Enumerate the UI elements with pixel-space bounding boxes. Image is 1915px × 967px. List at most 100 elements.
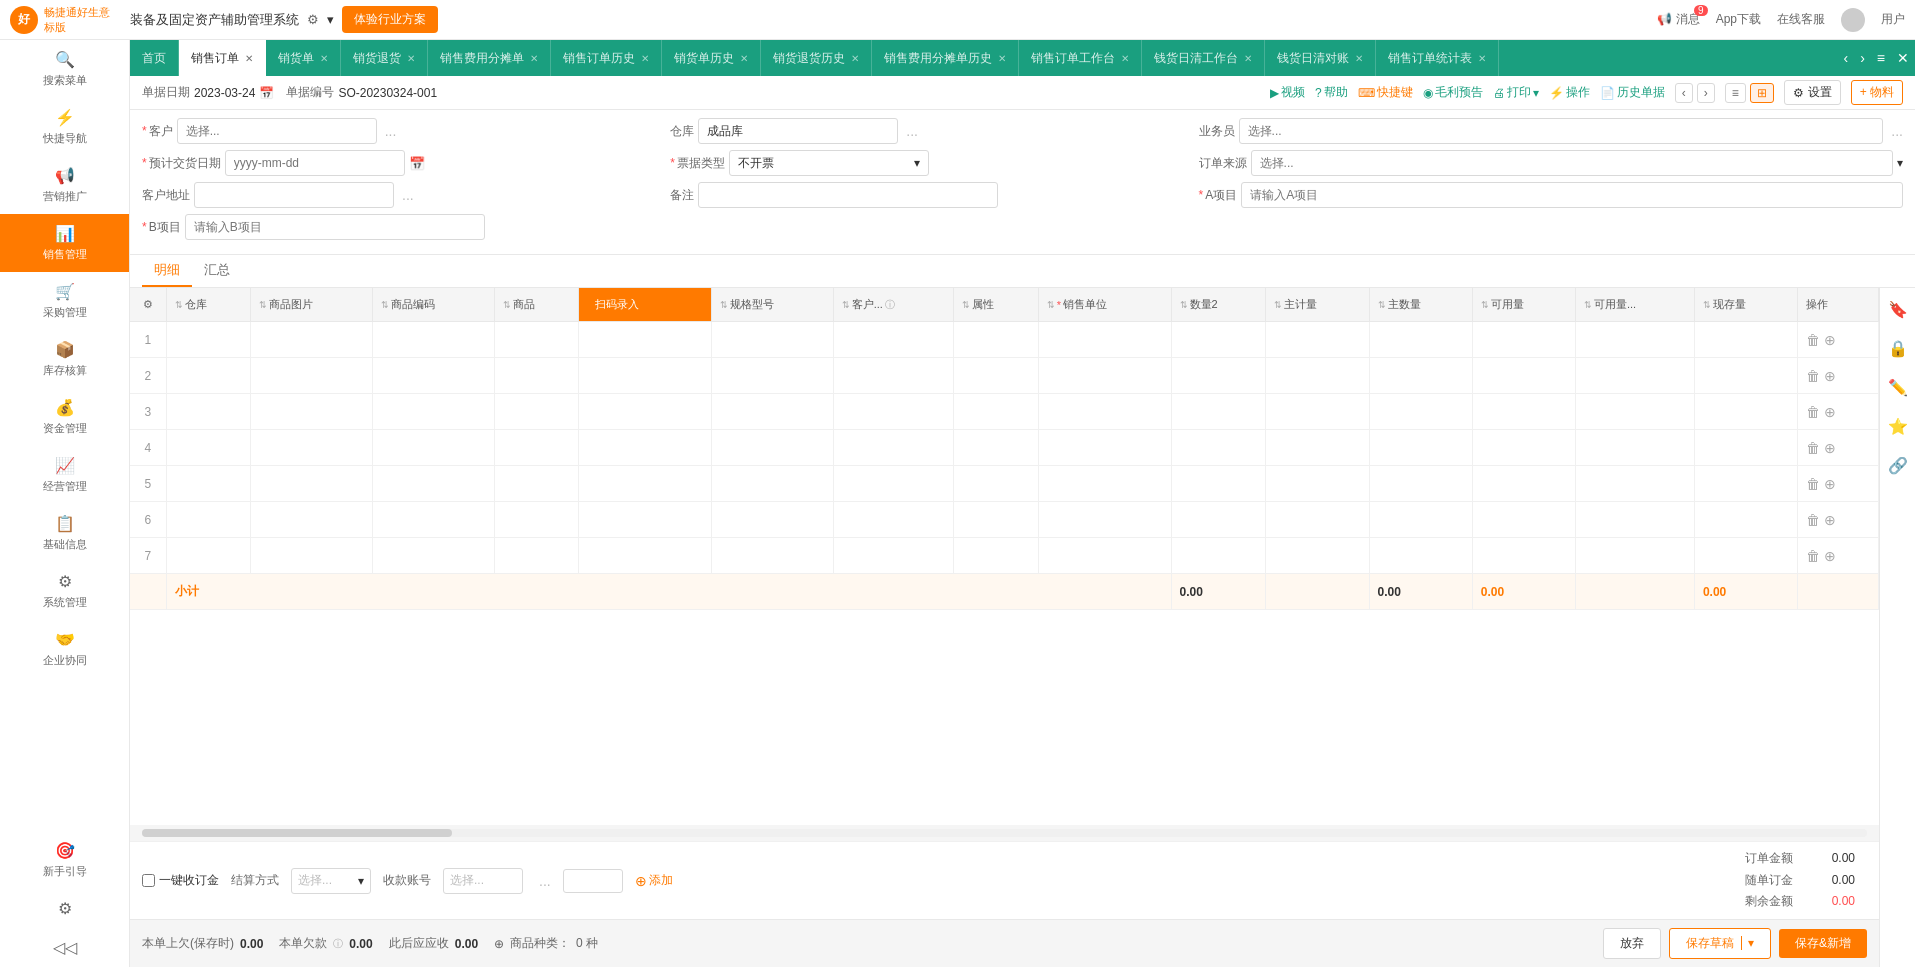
sidebar-item-quicknav[interactable]: ⚡ 快捷导航 <box>0 98 129 156</box>
tab-close-sales-invoice[interactable]: ✕ <box>320 53 328 64</box>
sidebar-item-marketing[interactable]: 📢 营销推广 <box>0 156 129 214</box>
add-material-button[interactable]: + 物料 <box>1851 80 1903 105</box>
row-6-delete-btn[interactable]: 🗑 <box>1806 512 1820 528</box>
auto-checkout-label[interactable]: 一键收订金 <box>142 872 219 889</box>
tab-close-sales-stats[interactable]: ✕ <box>1478 53 1486 64</box>
row-5-copy-btn[interactable]: ⊕ <box>1824 476 1836 492</box>
tab-close-expense-split[interactable]: ✕ <box>530 53 538 64</box>
col-product-code-header[interactable]: ⇅ 商品编码 <box>372 288 494 322</box>
tab-close-sales-order[interactable]: ✕ <box>245 53 253 64</box>
address-input[interactable] <box>194 182 394 208</box>
col-main-unit-header[interactable]: ⇅ 主计量 <box>1266 288 1369 322</box>
customer-dots[interactable]: ... <box>385 123 397 139</box>
row-1-main-qty[interactable] <box>1369 322 1472 358</box>
tab-invoice-history[interactable]: 销货单历史 ✕ <box>662 40 761 76</box>
b-project-input[interactable] <box>185 214 485 240</box>
payment-method-select[interactable]: 选择... ▾ <box>291 868 371 894</box>
col-main-qty-header[interactable]: ⇅ 主数量 <box>1369 288 1472 322</box>
row-2-copy-btn[interactable]: ⊕ <box>1824 368 1836 384</box>
col-warehouse-header[interactable]: ⇅ 仓库 <box>166 288 250 322</box>
tab-close-return-history[interactable]: ✕ <box>851 53 859 64</box>
discard-button[interactable]: 放弃 <box>1603 928 1661 959</box>
row-2-delete-btn[interactable]: 🗑 <box>1806 368 1820 384</box>
sidebar-item-guide[interactable]: 🎯 新手引导 <box>0 831 129 889</box>
notice-badge-area[interactable]: 📢 9 消息 <box>1657 11 1699 28</box>
col-product-header[interactable]: ⇅ 商品 <box>494 288 578 322</box>
a-project-input[interactable] <box>1241 182 1903 208</box>
row-1-stock[interactable] <box>1694 322 1797 358</box>
row-1-qty2[interactable] <box>1171 322 1266 358</box>
sidebar-item-basic-info[interactable]: 📋 基础信息 <box>0 504 129 562</box>
row-1-avail[interactable] <box>1472 322 1575 358</box>
row-1-spec[interactable] <box>711 322 833 358</box>
account-dots[interactable]: ... <box>539 873 551 889</box>
tab-sales-invoice[interactable]: 销货单 ✕ <box>266 40 341 76</box>
detail-tab-detail[interactable]: 明细 <box>142 255 192 287</box>
right-panel-bookmark-icon[interactable]: 🔖 <box>1884 296 1912 323</box>
row-3-delete-btn[interactable]: 🗑 <box>1806 404 1820 420</box>
col-spec-header[interactable]: ⇅ 规格型号 <box>711 288 833 322</box>
operate-link[interactable]: ⚡ 操作 <box>1549 84 1590 101</box>
tab-next-btn[interactable]: › <box>1854 40 1871 76</box>
tab-home[interactable]: 首页 <box>130 40 179 76</box>
sidebar-item-inventory[interactable]: 📦 库存核算 <box>0 330 129 388</box>
sidebar-item-finance[interactable]: 💰 资金管理 <box>0 388 129 446</box>
help-link[interactable]: ? 帮助 <box>1315 84 1348 101</box>
col-settings-icon[interactable]: ⚙ <box>143 298 153 311</box>
right-panel-link-icon[interactable]: 🔗 <box>1884 452 1912 479</box>
row-3-copy-btn[interactable]: ⊕ <box>1824 404 1836 420</box>
invoice-select[interactable]: 不开票 ▾ <box>729 150 929 176</box>
sidebar-item-sales[interactable]: 📊 销售管理 <box>0 214 129 272</box>
account-select[interactable]: 选择... <box>443 868 523 894</box>
next-record-btn[interactable]: › <box>1697 83 1715 103</box>
row-1-warehouse[interactable] <box>166 322 250 358</box>
sidebar-settings-btn[interactable]: ⚙ <box>0 889 129 928</box>
col-customer-header[interactable]: ⇅ 客户... ⓘ <box>833 288 954 322</box>
tab-close-cash-workbench[interactable]: ✕ <box>1244 53 1252 64</box>
order-source-input[interactable] <box>1251 150 1893 176</box>
sidebar-item-purchase[interactable]: 🛒 采购管理 <box>0 272 129 330</box>
solution-button[interactable]: 体验行业方案 <box>342 6 438 33</box>
auto-checkout-checkbox[interactable] <box>142 874 155 887</box>
table-container[interactable]: ⚙ ⇅ 仓库 <box>130 288 1879 825</box>
tab-close-order-history[interactable]: ✕ <box>641 53 649 64</box>
row-7-delete-btn[interactable]: 🗑 <box>1806 548 1820 564</box>
right-panel-edit-icon[interactable]: ✏️ <box>1884 374 1912 401</box>
address-dots[interactable]: ... <box>402 187 414 203</box>
view-video-link[interactable]: ▶ 视频 <box>1270 84 1305 101</box>
sidebar-item-operations[interactable]: 📈 经营管理 <box>0 446 129 504</box>
customer-input[interactable] <box>177 118 377 144</box>
tab-more-btn[interactable]: ≡ <box>1871 40 1891 76</box>
tab-close-sales-return[interactable]: ✕ <box>407 53 415 64</box>
row-7-copy-btn[interactable]: ⊕ <box>1824 548 1836 564</box>
row-1-product[interactable] <box>494 322 578 358</box>
remark-input[interactable] <box>698 182 998 208</box>
warehouse-input[interactable] <box>698 118 898 144</box>
tab-sales-stats[interactable]: 销售订单统计表 ✕ <box>1376 40 1499 76</box>
staff-dots[interactable]: ... <box>1891 123 1903 139</box>
row-4-copy-btn[interactable]: ⊕ <box>1824 440 1836 456</box>
row-1-unit[interactable] <box>1038 322 1171 358</box>
scan-button[interactable]: 扫码录入 <box>587 294 647 315</box>
save-new-button[interactable]: 保存&新增 <box>1779 929 1867 958</box>
history-link[interactable]: 📄 历史单据 <box>1600 84 1665 101</box>
table-scrollbar[interactable] <box>142 829 1867 837</box>
add-payment-btn[interactable]: ⊕ 添加 <box>635 872 673 889</box>
col-settings-header[interactable]: ⚙ <box>130 288 166 322</box>
tab-prev-btn[interactable]: ‹ <box>1837 40 1854 76</box>
payment-amount-input[interactable]: 0.00 <box>563 869 623 893</box>
col-product-image-header[interactable]: ⇅ 商品图片 <box>250 288 372 322</box>
col-qty2-header[interactable]: ⇅ 数量2 <box>1171 288 1266 322</box>
right-panel-star-icon[interactable]: ⭐ <box>1884 413 1912 440</box>
tab-close-expense-history[interactable]: ✕ <box>998 53 1006 64</box>
row-1-copy-btn[interactable]: ⊕ <box>1824 332 1836 348</box>
detail-tab-summary[interactable]: 汇总 <box>192 255 242 287</box>
sidebar-item-system[interactable]: ⚙ 系统管理 <box>0 562 129 620</box>
row-1-attr[interactable] <box>954 322 1038 358</box>
system-gear-icon[interactable]: ⚙ <box>307 12 319 27</box>
calendar-icon[interactable]: 📅 <box>259 86 274 100</box>
row-4-delete-btn[interactable]: 🗑 <box>1806 440 1820 456</box>
tab-sales-return[interactable]: 销货退货 ✕ <box>341 40 428 76</box>
right-panel-lock-icon[interactable]: 🔒 <box>1884 335 1912 362</box>
sidebar-item-search[interactable]: 🔍 搜索菜单 <box>0 40 129 98</box>
